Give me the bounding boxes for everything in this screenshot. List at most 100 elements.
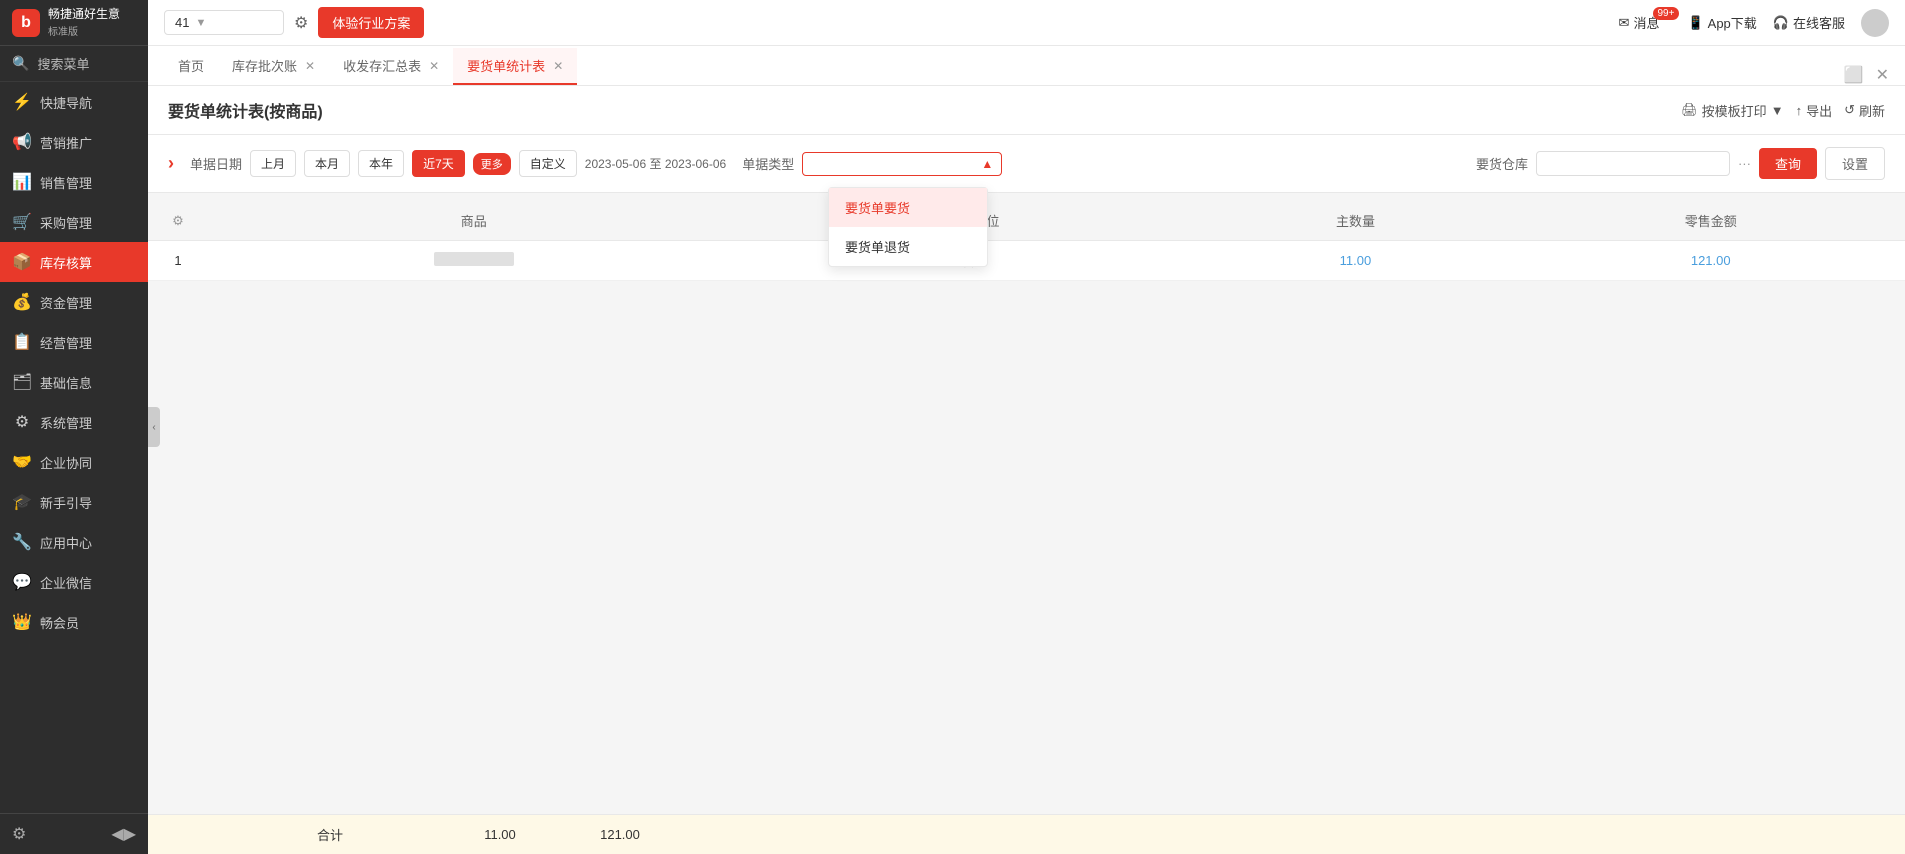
tab-order-stats-close-icon[interactable]: ✕ [553,59,563,73]
footer-amount: 121.00 [560,827,680,842]
date-btn-this-month[interactable]: 本月 [304,150,350,177]
warehouse-filter-label: 要货仓库 [1476,154,1528,173]
row-qty[interactable]: 11.00 [1194,241,1516,281]
type-select[interactable]: ▲ [802,152,1002,176]
sidebar-nav: ⚡ 快捷导航 📢 营销推广 📊 销售管理 🛒 采购管理 📦 库存核算 💰 资金管… [0,82,148,813]
nav-icon-8: ⚙ [12,412,32,432]
row-index: 1 [148,241,208,281]
topbar-settings-icon[interactable]: ⚙ [294,13,308,33]
nav-label-4: 库存核算 [40,253,92,272]
nav-label-3: 采购管理 [40,213,92,232]
export-button[interactable]: ↑ 导出 [1796,101,1833,120]
sidebar-item-11[interactable]: 🔧 应用中心 [0,522,148,562]
tab-receipt-summary-close-icon[interactable]: ✕ [429,59,439,73]
sidebar-search[interactable]: 🔍 搜索菜单 [0,46,148,82]
nav-icon-1: 📢 [12,132,32,152]
trial-button[interactable]: 体验行业方案 [318,7,424,38]
tabbar: 首页 库存批次账 ✕ 收发存汇总表 ✕ 要货单统计表 ✕ ⬜ ✕ [148,46,1905,86]
nav-icon-7: 🗂 [12,372,32,392]
app-subtitle: 标准版 [48,23,120,38]
tab-receipt-summary[interactable]: 收发存汇总表 ✕ [329,48,453,85]
dropdown-item-0[interactable]: 要货单要货 [829,188,987,227]
date-btn-last-month[interactable]: 上月 [250,150,296,177]
search-icon: 🔍 [12,55,29,72]
tab-inventory-batch[interactable]: 库存批次账 ✕ [218,48,329,85]
nav-label-13: 畅会员 [40,613,79,632]
store-selector[interactable]: 41 ▼ [164,10,284,35]
tab-expand-button[interactable]: ⬜ ✕ [1844,65,1889,85]
table-body: 1 块 11.00 121.00 [148,241,1905,281]
nav-icon-10: 🎓 [12,492,32,512]
query-button[interactable]: 查询 [1759,148,1817,179]
app-download-icon: 📱 [1687,15,1703,31]
filter-toggle-icon[interactable]: › [168,153,174,174]
dropdown-item-1[interactable]: 要货单退货 [829,227,987,266]
refresh-icon: ↺ [1844,102,1855,118]
collapse-icon[interactable]: ◀▶ [111,824,136,844]
sidebar-item-4[interactable]: 📦 库存核算 [0,242,148,282]
filter-bar: › 单据日期 上月 本月 本年 近7天 更多 自定义 2023-05-06 至 … [148,135,1905,193]
table-header-row: ⚙ 商品 主计量单位 主数量 零售金额 [148,201,1905,241]
th-settings: ⚙ [148,201,208,241]
th-product: 商品 [208,201,740,241]
setup-button[interactable]: 设置 [1825,147,1885,180]
export-icon: ↑ [1796,103,1803,118]
sidebar-item-10[interactable]: 🎓 新手引导 [0,482,148,522]
message-icon: ✉ [1619,15,1630,31]
topbar-left: 41 ▼ ⚙ 体验行业方案 [164,7,424,38]
close-all-icon: ✕ [1876,65,1889,85]
sidebar-item-1[interactable]: 📢 营销推广 [0,122,148,162]
data-table-container: ⚙ 商品 主计量单位 主数量 零售金额 [148,201,1905,281]
topbar-right: ✉ 消息 99+ 📱 App下载 🎧 在线客服 [1619,9,1889,37]
nav-icon-5: 💰 [12,292,32,312]
settings-bottom-icon[interactable]: ⚙ [12,824,26,844]
message-badge: 99+ [1653,7,1680,20]
store-selector-arrow-icon: ▼ [195,17,206,29]
refresh-button[interactable]: ↺ 刷新 [1844,101,1885,120]
tab-order-stats-label: 要货单统计表 [467,56,545,75]
nav-icon-4: 📦 [12,252,32,272]
date-btn-recent-7[interactable]: 近7天 [412,150,465,177]
tab-order-stats[interactable]: 要货单统计表 ✕ [453,48,577,85]
sidebar-item-2[interactable]: 📊 销售管理 [0,162,148,202]
sidebar-item-5[interactable]: 💰 资金管理 [0,282,148,322]
page-header: 要货单统计表(按商品) 🖨 按模板打印 ▼ ↑ 导出 ↺ 刷新 [148,86,1905,135]
print-icon: 🖨 [1681,102,1698,118]
date-btn-this-year[interactable]: 本年 [358,150,404,177]
warehouse-more-icon[interactable]: ··· [1738,156,1751,171]
nav-label-12: 企业微信 [40,573,92,592]
sidebar-item-13[interactable]: 👑 畅会员 [0,602,148,642]
tab-home[interactable]: 首页 [164,48,218,85]
main-content: 41 ▼ ⚙ 体验行业方案 ✉ 消息 99+ 📱 App下载 🎧 在线客服 [148,0,1905,854]
print-button[interactable]: 🖨 按模板打印 ▼ [1681,101,1783,120]
date-btn-more[interactable]: 更多 [473,153,511,175]
nav-label-11: 应用中心 [40,533,92,552]
sidebar-item-7[interactable]: 🗂 基础信息 [0,362,148,402]
nav-icon-9: 🤝 [12,452,32,472]
user-avatar-button[interactable] [1861,9,1889,37]
support-button[interactable]: 🎧 在线客服 [1773,13,1845,32]
page-content: 要货单统计表(按商品) 🖨 按模板打印 ▼ ↑ 导出 ↺ 刷新 › [148,86,1905,854]
type-filter-label: 单据类型 [742,154,794,173]
warehouse-input[interactable] [1536,151,1730,176]
date-range-display: 2023-05-06 至 2023-06-06 [585,155,726,172]
sidebar-item-12[interactable]: 💬 企业微信 [0,562,148,602]
row-amount[interactable]: 121.00 [1516,241,1905,281]
sidebar: b 畅捷通好生意 标准版 🔍 搜索菜单 ⚡ 快捷导航 📢 营销推广 📊 销售管理… [0,0,148,854]
nav-label-5: 资金管理 [40,293,92,312]
table-settings-icon[interactable]: ⚙ [172,213,184,228]
sidebar-item-8[interactable]: ⚙ 系统管理 [0,402,148,442]
sidebar-item-9[interactable]: 🤝 企业协同 [0,442,148,482]
sidebar-item-3[interactable]: 🛒 采购管理 [0,202,148,242]
nav-label-2: 销售管理 [40,173,92,192]
sidebar-item-0[interactable]: ⚡ 快捷导航 [0,82,148,122]
nav-label-0: 快捷导航 [40,93,92,112]
date-btn-custom[interactable]: 自定义 [519,150,577,177]
messages-button[interactable]: ✉ 消息 99+ [1619,13,1672,32]
app-download-button[interactable]: 📱 App下载 [1687,13,1756,32]
tab-inventory-batch-close-icon[interactable]: ✕ [305,59,315,73]
product-placeholder [434,252,514,266]
sidebar-item-6[interactable]: 📋 经营管理 [0,322,148,362]
tab-inventory-batch-label: 库存批次账 [232,56,297,75]
sidebar-bottom: ⚙ ◀▶ [0,813,148,854]
